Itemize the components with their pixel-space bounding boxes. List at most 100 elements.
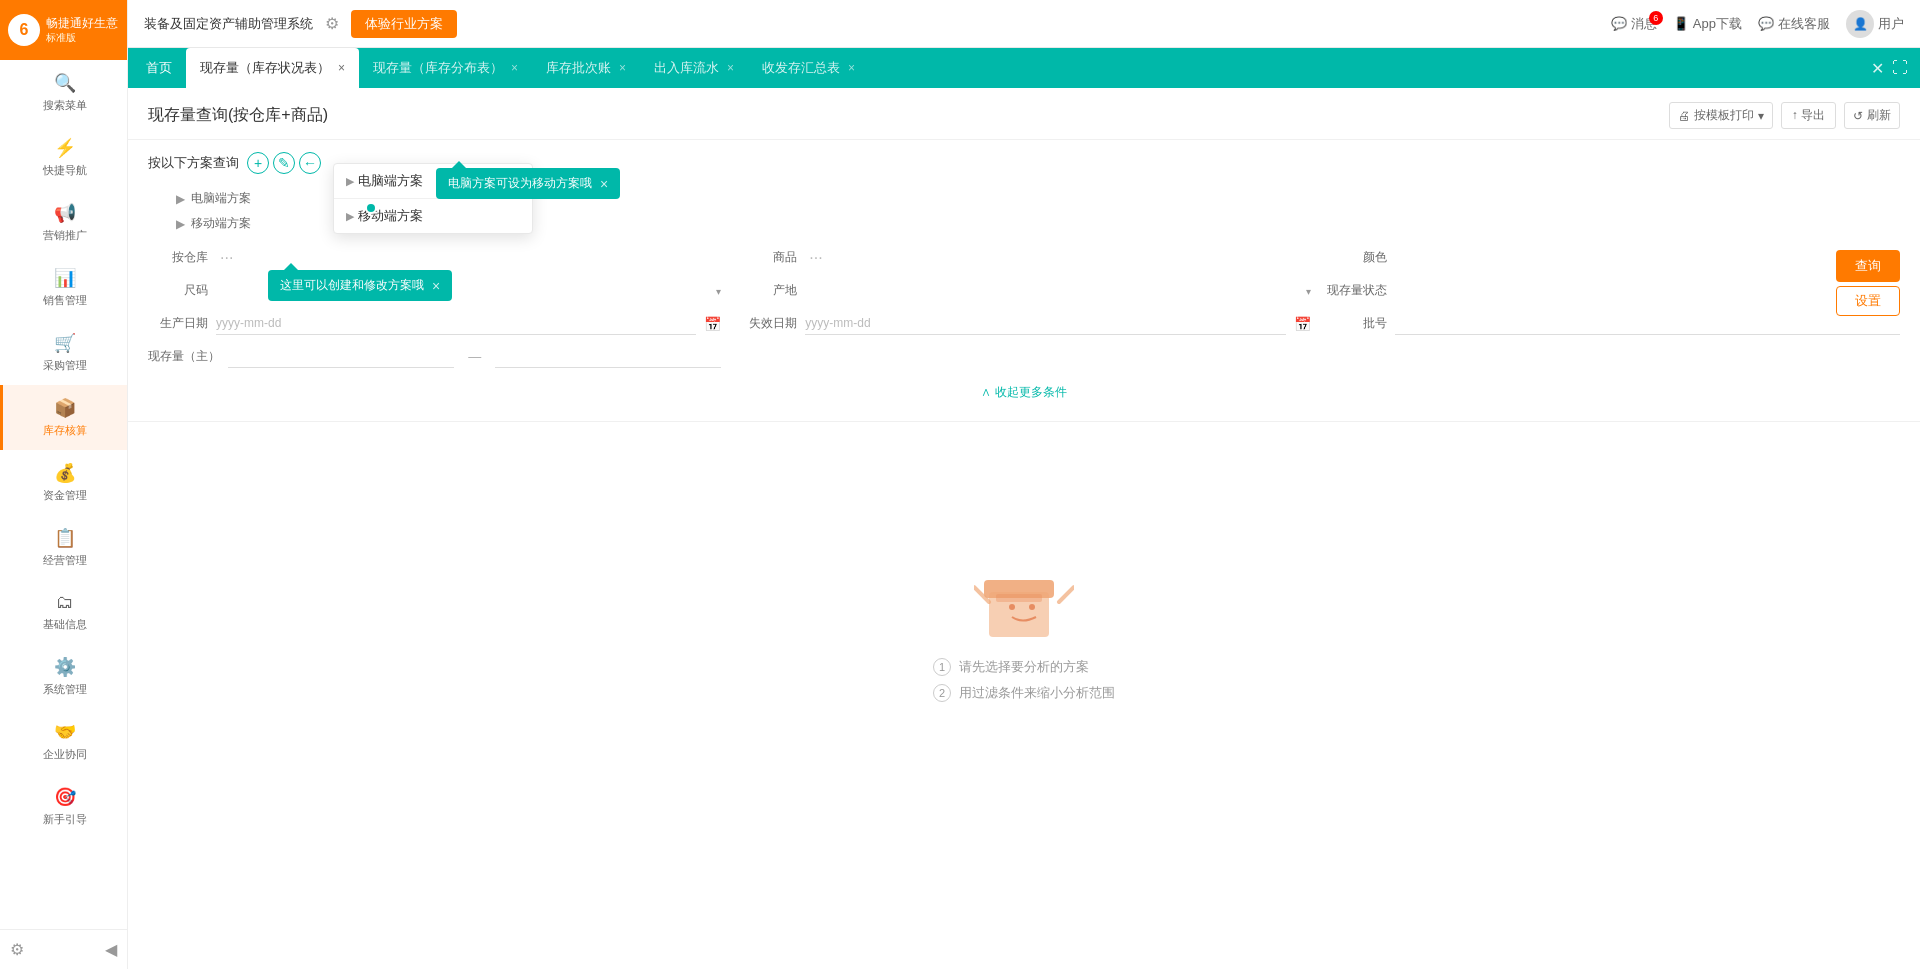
filter-row-3: 生产日期 📅 失效日期 📅 批号 <box>148 312 1900 335</box>
sidebar-item-marketing[interactable]: 📢 营销推广 <box>0 190 127 255</box>
sidebar-item-inventory[interactable]: 📦 库存核算 <box>0 385 127 450</box>
step-num-2: 2 <box>933 684 951 702</box>
produce-date-label: 生产日期 <box>148 315 208 332</box>
tooltip-text: 电脑方案可设为移动方案哦 <box>448 175 592 192</box>
tab-label: 现存量（库存分布表） <box>373 59 503 77</box>
warehouse-filter-cell: 按仓库 ··· <box>148 249 721 267</box>
print-arrow-icon: ▾ <box>1758 109 1764 123</box>
product-dots[interactable]: ··· <box>805 249 826 267</box>
tab-inventory-status[interactable]: 现存量（库存状况表） × <box>186 48 359 88</box>
produce-date-input[interactable] <box>216 312 696 335</box>
sidebar-item-system[interactable]: ⚙️ 系统管理 <box>0 644 127 709</box>
tab-batch-ledger[interactable]: 库存批次账 × <box>532 48 640 88</box>
scheme-sub-label: 电脑端方案 <box>191 190 251 207</box>
reset-button[interactable]: 设置 <box>1836 286 1900 316</box>
sidebar-bottom: ⚙ ◀ <box>0 929 127 969</box>
sidebar-item-sales[interactable]: 📊 销售管理 <box>0 255 127 320</box>
filter-row-1: 按仓库 ··· 商品 ··· 颜色 <box>148 246 1900 269</box>
collapse-icon: ∧ <box>981 385 991 399</box>
search-buttons: 查询 设置 <box>1836 250 1900 316</box>
warehouse-dots[interactable]: ··· <box>216 249 237 267</box>
tab-recv-summary[interactable]: 收发存汇总表 × <box>748 48 869 88</box>
message-button[interactable]: 💬 消息 6 <box>1611 15 1657 33</box>
create-tooltip-close-button[interactable]: × <box>432 278 440 294</box>
tab-close-icon[interactable]: × <box>619 61 626 75</box>
calendar-icon[interactable]: 📅 <box>1294 316 1311 332</box>
collapse-bar[interactable]: ∧ 收起更多条件 <box>148 376 1900 409</box>
logo-text: 畅捷通好生意 标准版 <box>46 15 118 46</box>
content-area: 现存量查询(按仓库+商品) 🖨 按模板打印 ▾ ↑ 导出 ↺ 刷新 <box>128 88 1920 969</box>
step-label-1: 请先选择要分析的方案 <box>959 658 1089 676</box>
warehouse-label: 按仓库 <box>148 249 208 266</box>
refresh-button[interactable]: ↺ 刷新 <box>1844 102 1900 129</box>
topbar-right: 💬 消息 6 📱 App下载 💬 在线客服 👤 用户 <box>1611 10 1904 38</box>
collapse-label: 收起更多条件 <box>995 385 1067 399</box>
tab-home[interactable]: 首页 <box>132 59 186 77</box>
scheme-sub-label: 移动端方案 <box>191 215 251 232</box>
search-button[interactable]: 查询 <box>1836 250 1900 282</box>
sidebar-item-guide[interactable]: 🎯 新手引导 <box>0 774 127 839</box>
arrow-right-icon: ▶ <box>346 175 354 188</box>
produce-date-filter-cell: 生产日期 📅 <box>148 312 721 335</box>
industry-plan-button[interactable]: 体验行业方案 <box>351 10 457 38</box>
product-filter-cell: 商品 ··· <box>737 249 1310 267</box>
tab-close-icon[interactable]: × <box>848 61 855 75</box>
sidebar-item-search[interactable]: 🔍 搜索菜单 <box>0 60 127 125</box>
basic-icon: 🗂 <box>56 592 74 613</box>
stock-main-input[interactable] <box>228 345 454 368</box>
empty-illustration <box>974 542 1074 642</box>
expand-icon[interactable]: ⛶ <box>1892 59 1908 77</box>
sidebar-item-ops[interactable]: 📋 经营管理 <box>0 515 127 580</box>
sidebar-item-basic[interactable]: 🗂 基础信息 <box>0 580 127 644</box>
tab-close-icon[interactable]: × <box>338 61 345 75</box>
page-title: 现存量查询(按仓库+商品) <box>148 105 328 126</box>
sidebar-item-finance[interactable]: 💰 资金管理 <box>0 450 127 515</box>
expire-date-input[interactable] <box>805 312 1285 335</box>
tooltip-close-button[interactable]: × <box>600 176 608 192</box>
message-count: 6 <box>1649 11 1663 25</box>
back-scheme-button[interactable]: ← <box>299 152 321 174</box>
collapse-sidebar-button[interactable]: ◀ <box>105 940 117 959</box>
empty-state: 1 请先选择要分析的方案 2 用过滤条件来缩小分析范围 <box>128 462 1920 782</box>
add-scheme-button[interactable]: + <box>247 152 269 174</box>
settings-button[interactable]: ⚙ <box>10 940 24 959</box>
edit-scheme-button[interactable]: ✎ <box>273 152 295 174</box>
scheme-panel-item-mobile[interactable]: ▶ 移动端方案 <box>334 199 532 233</box>
sidebar-item-label: 企业协同 <box>43 747 87 762</box>
sidebar-item-coop[interactable]: 🤝 企业协同 <box>0 709 127 774</box>
empty-step-1: 1 请先选择要分析的方案 <box>933 658 1089 676</box>
svg-point-3 <box>1009 604 1015 610</box>
sidebar-item-label: 系统管理 <box>43 682 87 697</box>
tab-close-icon[interactable]: × <box>727 61 734 75</box>
tab-close-icon[interactable]: × <box>511 61 518 75</box>
stock-status-filter-cell: 现存量状态 <box>1327 279 1900 302</box>
close-all-tabs-icon[interactable]: ✕ <box>1871 59 1884 78</box>
tab-inventory-dist[interactable]: 现存量（库存分布表） × <box>359 48 532 88</box>
batch-input[interactable] <box>1395 312 1900 335</box>
system-icon: ⚙️ <box>54 656 76 678</box>
sidebar-item-label: 采购管理 <box>43 358 87 373</box>
calendar-icon[interactable]: 📅 <box>704 316 721 332</box>
support-button[interactable]: 💬 在线客服 <box>1758 15 1830 33</box>
scheme-tooltip: 电脑方案可设为移动方案哦 × <box>436 168 620 199</box>
export-button[interactable]: ↑ 导出 <box>1781 102 1836 129</box>
finance-icon: 💰 <box>54 462 76 484</box>
sidebar-item-label: 新手引导 <box>43 812 87 827</box>
tab-label: 库存批次账 <box>546 59 611 77</box>
color-filter-cell: 颜色 <box>1327 246 1900 269</box>
app-download-button[interactable]: 📱 App下载 <box>1673 15 1742 33</box>
expand-arrow-icon: ▶ <box>176 217 185 231</box>
tab-inout-flow[interactable]: 出入库流水 × <box>640 48 748 88</box>
content-header: 现存量查询(按仓库+商品) 🖨 按模板打印 ▾ ↑ 导出 ↺ 刷新 <box>128 88 1920 140</box>
sidebar-item-label: 库存核算 <box>43 423 87 438</box>
sidebar-item-quick[interactable]: ⚡ 快捷导航 <box>0 125 127 190</box>
origin-label: 产地 <box>737 282 797 299</box>
gear-icon[interactable]: ⚙ <box>325 14 339 33</box>
print-button[interactable]: 🖨 按模板打印 ▾ <box>1669 102 1773 129</box>
size-label: 尺码 <box>148 282 208 299</box>
stock-main-input-max[interactable] <box>495 345 721 368</box>
export-label: 导出 <box>1801 108 1825 122</box>
ops-icon: 📋 <box>54 527 76 549</box>
sidebar-item-purchase[interactable]: 🛒 采购管理 <box>0 320 127 385</box>
user-button[interactable]: 👤 用户 <box>1846 10 1904 38</box>
